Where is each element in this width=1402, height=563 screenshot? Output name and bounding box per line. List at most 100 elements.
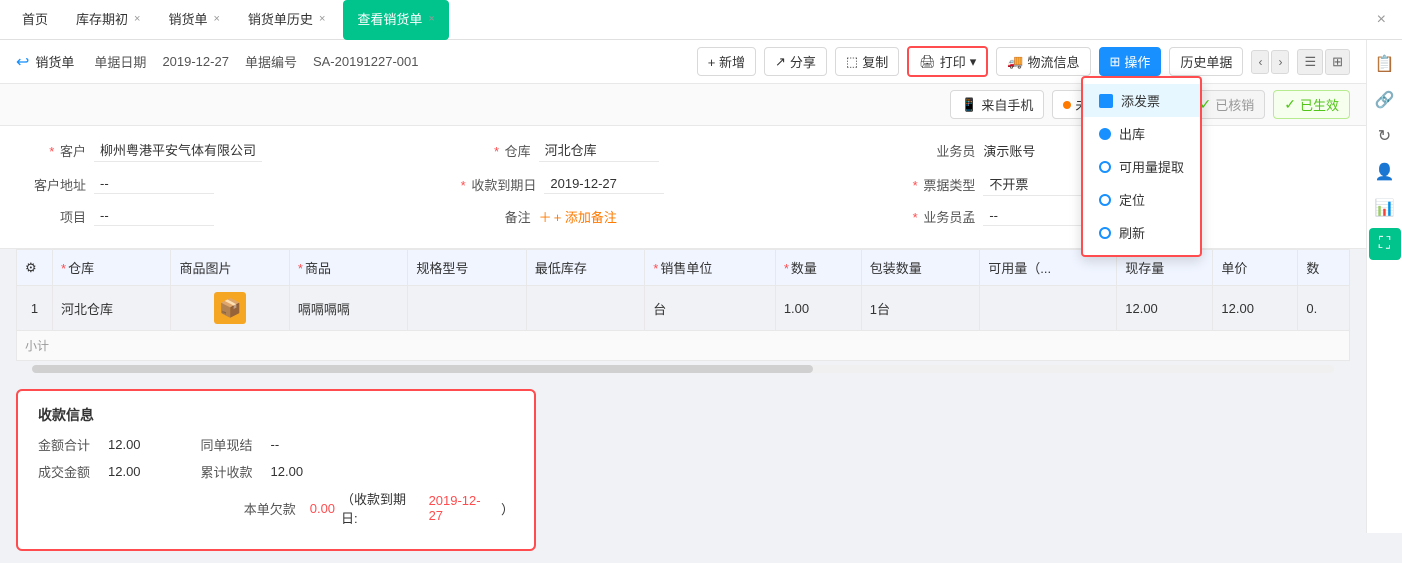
project-value: -- <box>94 206 214 226</box>
cumulative-value: 12.00 <box>271 464 304 479</box>
col-warehouse: *仓库 <box>53 250 171 286</box>
col-pkg-qty: 包装数量 <box>861 250 979 286</box>
due-date-value: 2019-12-27 <box>544 174 664 194</box>
print-button[interactable]: 🖨 打印 ▾ <box>907 46 988 77</box>
tab-home[interactable]: 首页 <box>8 0 62 40</box>
note-field: 备注 ＋ + 添加备注 <box>461 207 906 226</box>
not-open-dot <box>1063 101 1071 109</box>
tab-sales-close[interactable]: × <box>213 13 219 25</box>
due-value: 0.00 <box>310 501 335 516</box>
logistics-icon: 🚚 <box>1007 54 1023 70</box>
warehouse-value: 河北仓库 <box>539 138 659 162</box>
deal-item: 成交金额 12.00 <box>38 462 141 481</box>
tab-view-sales-close[interactable]: × <box>428 13 434 25</box>
data-table: ⚙ *仓库 商品图片 *商品 规格型号 最低库存 *销售单位 *数量 包装数量 … <box>16 249 1350 361</box>
copy-button[interactable]: ⬚ 复制 <box>835 47 899 76</box>
refresh-icon <box>1099 227 1111 239</box>
app-container: 首页 库存期初 × 销货单 × 销货单历史 × 查看销货单 × × ↩ 销货单 … <box>0 0 1402 551</box>
col-amount: 数 <box>1298 250 1350 286</box>
nav-arrows: ‹ › <box>1251 50 1289 74</box>
grid-view-button[interactable]: ⊞ <box>1325 49 1350 75</box>
due-label: 本单欠款 <box>244 499 304 518</box>
product-image: 📦 <box>214 292 246 324</box>
due-date: 2019-12-27 <box>429 493 495 523</box>
doc-title-text: 销货单 <box>35 52 74 71</box>
row-available <box>980 286 1117 331</box>
col-settings[interactable]: ⚙ <box>17 250 53 286</box>
doc-meta: 单据日期 2019-12-27 单据编号 SA-20191227-001 <box>94 52 418 71</box>
dropdown-refresh[interactable]: 刷新 <box>1083 216 1200 249</box>
warehouse-label: 仓库 <box>505 144 531 159</box>
view-buttons: ☰ ⊞ <box>1297 49 1350 75</box>
operate-icon: ⊞ <box>1110 54 1121 70</box>
tab-sales[interactable]: 销货单 × <box>154 0 233 40</box>
row-spec <box>408 286 526 331</box>
tab-inventory-close[interactable]: × <box>134 13 140 25</box>
deal-value: 12.00 <box>108 464 141 479</box>
payment-row-1: 金额合计 12.00 同单现结 -- <box>38 435 514 454</box>
address-value: -- <box>94 174 214 194</box>
dropdown-locate[interactable]: 定位 <box>1083 183 1200 216</box>
due-note-end: ） <box>501 499 514 518</box>
share-button[interactable]: ↗ 分享 <box>764 47 827 76</box>
row-pkg-qty: 1台 <box>861 286 979 331</box>
tab-bar: 首页 库存期初 × 销货单 × 销货单历史 × 查看销货单 × × <box>0 0 1402 40</box>
due-note: （收款到期日: <box>341 489 423 527</box>
add-note-button[interactable]: ＋ + 添加备注 <box>539 207 617 226</box>
next-button[interactable]: › <box>1271 50 1289 74</box>
row-stock: 12.00 <box>1117 286 1213 331</box>
amount-value: 12.00 <box>108 437 141 452</box>
prev-button[interactable]: ‹ <box>1251 50 1269 74</box>
locate-icon <box>1099 194 1111 206</box>
number-value: SA-20191227-001 <box>313 54 419 69</box>
effective-status-button[interactable]: ✓ 已生效 <box>1273 90 1350 119</box>
row-price: 12.00 <box>1213 286 1298 331</box>
tab-sales-history-close[interactable]: × <box>319 13 325 25</box>
doc-icon: ↩ <box>16 52 29 72</box>
tab-view-sales[interactable]: 查看销货单 × <box>343 0 448 40</box>
window-close-button[interactable]: × <box>1369 11 1394 29</box>
project-label: 项目 <box>16 207 86 226</box>
note-label: 备注 <box>461 207 531 226</box>
sidebar-chart-icon[interactable]: 📊 <box>1369 192 1401 224</box>
operate-button[interactable]: ⊞ 操作 <box>1099 47 1162 76</box>
date-value: 2019-12-27 <box>162 54 229 69</box>
row-qty: 1.00 <box>775 286 861 331</box>
logistics-button[interactable]: 🚚 物流信息 <box>996 47 1090 76</box>
settlement-value: -- <box>271 437 280 452</box>
col-min-stock: 最低库存 <box>526 250 644 286</box>
date-label: 单据日期 <box>94 52 146 71</box>
sidebar-rotate-icon[interactable]: ↻ <box>1369 120 1401 152</box>
dropdown-add-invoice[interactable]: 添发票 <box>1083 84 1200 117</box>
amount-item: 金额合计 12.00 <box>38 435 141 454</box>
col-spec: 规格型号 <box>408 250 526 286</box>
dropdown-outbound[interactable]: 出库 <box>1083 117 1200 150</box>
row-product: 嗝嗝嗝嗝 <box>289 286 407 331</box>
sidebar-expand-icon[interactable]: ⛶ <box>1369 228 1401 260</box>
copy-icon: ⬚ <box>846 54 858 70</box>
row-warehouse: 河北仓库 <box>53 286 171 331</box>
tab-inventory[interactable]: 库存期初 × <box>62 0 154 40</box>
history-button[interactable]: 历史单据 <box>1169 47 1243 76</box>
col-unit: *销售单位 <box>645 250 776 286</box>
due-date-label: 收款到期日 <box>471 178 536 193</box>
list-view-button[interactable]: ☰ <box>1297 49 1323 75</box>
customer-value: 柳州粤港平安气体有限公司 <box>94 138 262 162</box>
dropdown-available-qty[interactable]: 可用量提取 <box>1083 150 1200 183</box>
warehouse-field: * 仓库 河北仓库 <box>461 138 906 162</box>
share-icon: ↗ <box>775 54 786 70</box>
deal-label: 成交金额 <box>38 462 98 481</box>
scroll-area <box>0 361 1366 377</box>
sidebar-doc-icon[interactable]: 📋 <box>1369 48 1401 80</box>
from-phone-button[interactable]: 📱 来自手机 <box>950 90 1044 119</box>
row-num: 1 <box>17 286 53 331</box>
new-button[interactable]: + 新增 <box>697 47 756 76</box>
sidebar-link-icon[interactable]: 🔗 <box>1369 84 1401 116</box>
col-price: 单价 <box>1213 250 1298 286</box>
sidebar-user-icon[interactable]: 👤 <box>1369 156 1401 188</box>
subtotal-row: 小计 <box>17 331 1350 361</box>
scroll-track[interactable] <box>32 365 1334 373</box>
number-label: 单据编号 <box>245 52 297 71</box>
tab-sales-history[interactable]: 销货单历史 × <box>234 0 339 40</box>
scroll-thumb[interactable] <box>32 365 813 373</box>
